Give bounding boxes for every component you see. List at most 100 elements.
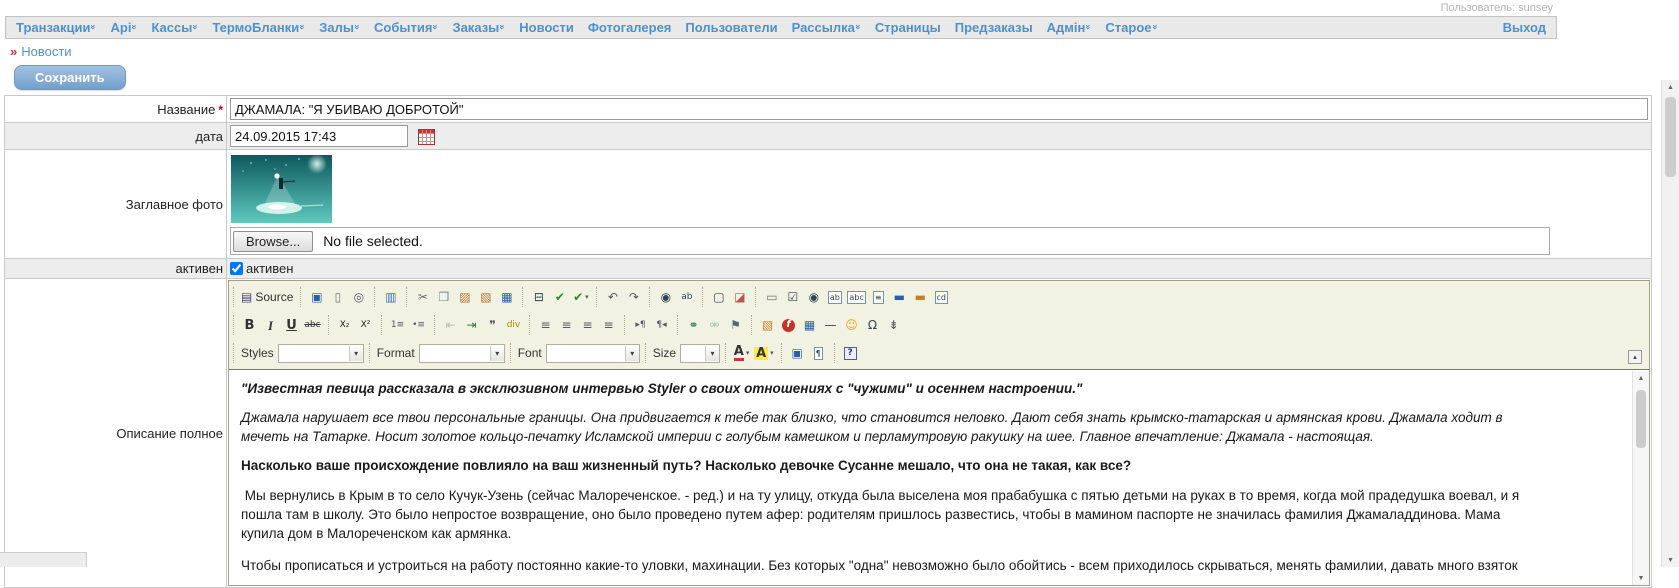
bold-button[interactable]: B bbox=[240, 316, 259, 334]
logout-link[interactable]: Выход bbox=[1503, 20, 1546, 36]
file-input[interactable]: Browse... No file selected. bbox=[230, 227, 1550, 255]
justify-center-button[interactable]: ≡ bbox=[557, 316, 576, 334]
special-char-button[interactable]: Ω bbox=[863, 316, 882, 334]
superscript-button[interactable]: X² bbox=[356, 316, 375, 334]
page-scrollbar[interactable]: ▲ ▼ bbox=[1661, 80, 1679, 567]
text-color-button[interactable]: A ▾ bbox=[732, 344, 751, 362]
styles-select[interactable]: ▾ bbox=[277, 343, 364, 363]
menu-item-admin[interactable]: Адмін» bbox=[1047, 19, 1094, 36]
maximize-button[interactable]: ▣ bbox=[788, 344, 807, 362]
menu-item-api[interactable]: Api» bbox=[111, 19, 140, 36]
toolbar-collapse-button[interactable]: ▴ bbox=[1628, 350, 1642, 364]
font-select[interactable]: ▾ bbox=[545, 343, 640, 363]
bulleted-list-button[interactable]: •≡ bbox=[409, 316, 428, 334]
about-button[interactable]: ? bbox=[841, 344, 860, 362]
date-input[interactable] bbox=[230, 125, 408, 147]
justify-right-button[interactable]: ≡ bbox=[578, 316, 597, 334]
save-button[interactable]: Сохранить bbox=[14, 65, 126, 90]
textarea-button[interactable]: abc bbox=[846, 288, 866, 306]
copy-button[interactable]: ❐ bbox=[434, 288, 453, 306]
menu-item-polzovateli[interactable]: Пользователи bbox=[685, 20, 777, 36]
calendar-icon[interactable] bbox=[418, 129, 435, 146]
print-button[interactable]: ⊟ bbox=[529, 288, 548, 306]
menu-item-termoblanki[interactable]: ТермоБланки» bbox=[212, 19, 307, 36]
anchor-button[interactable]: ⚑ bbox=[726, 316, 745, 334]
remove-format-button[interactable]: ◪ bbox=[730, 288, 749, 306]
menu-item-rassylka[interactable]: Рассылка» bbox=[792, 19, 864, 36]
bidi-rtl-button[interactable]: ¶◂ bbox=[652, 316, 671, 334]
select-all-button[interactable]: ▢ bbox=[709, 288, 728, 306]
cut-button[interactable]: ✂ bbox=[413, 288, 432, 306]
bidi-ltr-button[interactable]: ▸¶ bbox=[631, 316, 650, 334]
menu-item-transactions[interactable]: Транзакции» bbox=[16, 19, 99, 36]
image-button[interactable]: ▧ bbox=[758, 316, 777, 334]
radio-button-button[interactable]: ◉ bbox=[804, 288, 823, 306]
source-button[interactable]: ▤ Source bbox=[240, 288, 294, 306]
redo-button[interactable]: ↷ bbox=[624, 288, 643, 306]
spell-check-button[interactable]: ✔ bbox=[550, 288, 569, 306]
div-container-button[interactable]: div bbox=[504, 316, 523, 334]
menu-item-kassy[interactable]: Кассы» bbox=[151, 19, 200, 36]
background-color-button[interactable]: A ▾ bbox=[753, 344, 775, 362]
breadcrumb-link[interactable]: Новости bbox=[21, 44, 71, 59]
active-row: активен активен bbox=[4, 258, 1652, 279]
page-scroll-up-icon[interactable]: ▲ bbox=[1667, 80, 1674, 94]
editor-scrollbar[interactable]: ▲ ▼ bbox=[1632, 371, 1649, 585]
save-button[interactable]: ▣ bbox=[307, 288, 326, 306]
form-button[interactable]: ▭ bbox=[762, 288, 781, 306]
menu-item-predzakazy[interactable]: Предзаказы bbox=[955, 20, 1033, 36]
form-button-button[interactable]: ▬ bbox=[890, 288, 909, 306]
paste-text-button[interactable]: ▧ bbox=[476, 288, 495, 306]
size-select[interactable]: ▾ bbox=[680, 343, 721, 363]
page-break-button[interactable]: ⇟ bbox=[884, 316, 903, 334]
menu-item-sobytiya[interactable]: События» bbox=[374, 19, 441, 36]
image-button-button[interactable]: ▬ bbox=[911, 288, 930, 306]
italic-button[interactable]: I bbox=[261, 316, 280, 334]
smiley-button[interactable]: ☺ bbox=[842, 316, 861, 334]
menu-item-zakazy[interactable]: Заказы» bbox=[452, 19, 507, 36]
paste-from-word-button[interactable]: ▦ bbox=[497, 288, 516, 306]
increase-indent-button[interactable]: ⇥ bbox=[462, 316, 481, 334]
undo-button[interactable]: ↶ bbox=[603, 288, 622, 306]
name-input[interactable] bbox=[230, 98, 1648, 120]
checkbox-button[interactable]: ☑ bbox=[783, 288, 802, 306]
justify-left-button[interactable]: ≡ bbox=[536, 316, 555, 334]
menu-item-fotogalereya[interactable]: Фотогалерея bbox=[588, 20, 672, 36]
toolbar-group: X₂ X² bbox=[328, 315, 381, 335]
subscript-button[interactable]: X₂ bbox=[335, 316, 354, 334]
horizontal-rule-button[interactable]: — bbox=[821, 316, 840, 334]
menu-item-staroe[interactable]: Старое» bbox=[1105, 19, 1160, 36]
preview-button[interactable]: ◎ bbox=[349, 288, 368, 306]
editor-scroll-down-icon[interactable]: ▼ bbox=[1638, 571, 1645, 585]
paste-button[interactable]: ▨ bbox=[455, 288, 474, 306]
blockquote-button[interactable]: ❞ bbox=[483, 316, 502, 334]
justify-block-button[interactable]: ≡ bbox=[599, 316, 618, 334]
page-scrollbar-thumb[interactable] bbox=[1665, 97, 1676, 177]
templates-button[interactable]: ▥ bbox=[381, 288, 400, 306]
find-button[interactable]: ◉ bbox=[656, 288, 675, 306]
strike-through-button[interactable]: abc bbox=[303, 316, 322, 334]
editor-content[interactable]: "Известная певица рассказала в эксклюзив… bbox=[229, 369, 1649, 585]
scayt-button[interactable]: ✔ ▾ bbox=[571, 288, 590, 306]
menu-item-novosti[interactable]: Новости bbox=[519, 20, 574, 36]
text-field-button[interactable]: ab bbox=[825, 288, 844, 306]
editor-scroll-up-icon[interactable]: ▲ bbox=[1638, 371, 1645, 385]
underline-button[interactable]: U bbox=[282, 316, 301, 334]
format-select[interactable]: ▾ bbox=[418, 343, 505, 363]
photo-thumbnail bbox=[231, 155, 332, 223]
new-page-button[interactable]: ▯ bbox=[328, 288, 347, 306]
editor-scrollbar-thumb[interactable] bbox=[1636, 390, 1646, 448]
menu-item-zaly[interactable]: Залы» bbox=[319, 19, 362, 36]
active-checkbox[interactable] bbox=[230, 262, 243, 275]
replace-button[interactable]: ab bbox=[677, 288, 696, 306]
hidden-field-button[interactable]: cd bbox=[932, 288, 951, 306]
link-button[interactable]: ⚭ bbox=[684, 316, 703, 334]
show-blocks-button[interactable]: ¶ bbox=[809, 344, 828, 362]
flash-button[interactable]: f bbox=[779, 316, 798, 334]
select-field-button[interactable]: ≡ bbox=[869, 288, 888, 306]
page-scroll-down-icon[interactable]: ▼ bbox=[1667, 553, 1674, 567]
menu-item-stranitsy[interactable]: Страницы bbox=[875, 20, 941, 36]
numbered-list-button[interactable]: 1≡ bbox=[388, 316, 407, 334]
table-button[interactable]: ▦ bbox=[800, 316, 819, 334]
browse-button[interactable]: Browse... bbox=[233, 230, 314, 252]
